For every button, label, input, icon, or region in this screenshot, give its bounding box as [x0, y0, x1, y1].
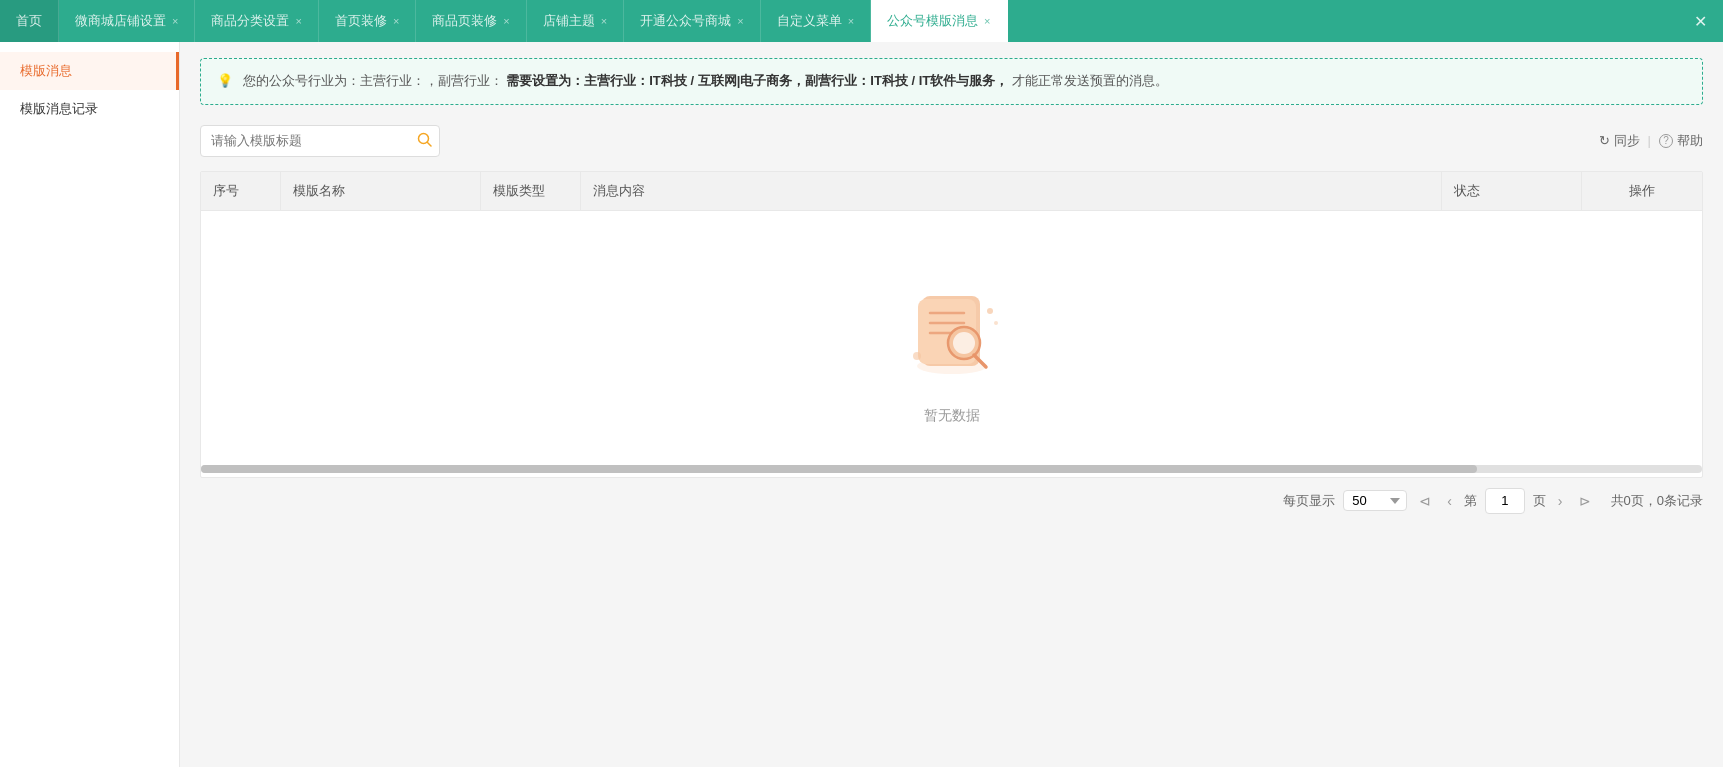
- pagination-bar: 每页显示 50 10 20 100 ⊲ ‹ 第 页 › ⊳ 共0页，0条记录: [200, 478, 1703, 518]
- col-header-content: 消息内容: [581, 172, 1442, 210]
- tab-home-label: 首页: [16, 12, 42, 30]
- page-size-select[interactable]: 50 10 20 100: [1343, 490, 1407, 511]
- page-total: 共0页，0条记录: [1611, 492, 1703, 510]
- notice-highlight: 需要设置为：主营行业：IT科技 / 互联网|电子商务，副营行业：IT科技 / I…: [506, 73, 1008, 88]
- page-unit-label: 页: [1533, 492, 1546, 510]
- scrollbar-thumb: [201, 465, 1477, 473]
- page-next-button[interactable]: ›: [1554, 491, 1567, 511]
- toolbar-right: ↻ 同步 | ? 帮助: [1599, 132, 1703, 150]
- tab-shop-setting[interactable]: 微商城店铺设置 ×: [59, 0, 195, 42]
- empty-text: 暂无数据: [924, 407, 980, 425]
- page-prev-button[interactable]: ‹: [1443, 491, 1456, 511]
- help-label: 帮助: [1677, 132, 1703, 150]
- empty-state: 暂无数据: [201, 211, 1702, 465]
- divider: |: [1648, 133, 1651, 148]
- help-button[interactable]: ? 帮助: [1659, 132, 1703, 150]
- tab-product-decor-label: 商品页装修: [432, 12, 497, 30]
- col-header-action: 操作: [1582, 172, 1702, 210]
- tab-template-msg-label: 公众号模版消息: [887, 12, 978, 30]
- tab-open-mall-label: 开通公众号商城: [640, 12, 731, 30]
- sidebar-item-template-msg-record-label: 模版消息记录: [20, 101, 98, 116]
- tab-template-msg-close[interactable]: ×: [984, 15, 990, 27]
- tab-bar: 首页 微商城店铺设置 × 商品分类设置 × 首页装修 × 商品页装修 × 店铺主…: [0, 0, 1723, 42]
- sync-label: 同步: [1614, 132, 1640, 150]
- search-button[interactable]: [417, 132, 432, 150]
- tab-shop-theme-label: 店铺主题: [543, 12, 595, 30]
- page-input[interactable]: [1485, 488, 1525, 514]
- notice-icon: 💡: [217, 73, 233, 88]
- tab-custom-menu[interactable]: 自定义菜单 ×: [761, 0, 871, 42]
- tab-category-setting-label: 商品分类设置: [211, 12, 289, 30]
- main-layout: 模版消息 模版消息记录 💡 您的公众号行业为：主营行业：，副营行业： 需要设置为…: [0, 42, 1723, 767]
- tab-home-decor-label: 首页装修: [335, 12, 387, 30]
- tab-shop-setting-close[interactable]: ×: [172, 15, 178, 27]
- tab-shop-theme[interactable]: 店铺主题 ×: [527, 0, 624, 42]
- page-first-button[interactable]: ⊲: [1415, 491, 1435, 511]
- svg-point-12: [994, 321, 998, 325]
- sidebar-item-template-msg-record[interactable]: 模版消息记录: [0, 90, 179, 128]
- tab-category-setting[interactable]: 商品分类设置 ×: [195, 0, 318, 42]
- page-last-button[interactable]: ⊳: [1575, 491, 1595, 511]
- help-circle-icon: ?: [1659, 134, 1673, 148]
- tab-bar-close-all[interactable]: ✕: [1678, 12, 1723, 31]
- search-input[interactable]: [200, 125, 440, 157]
- search-icon: [417, 132, 432, 147]
- search-bar: ↻ 同步 | ? 帮助: [200, 125, 1703, 157]
- sidebar: 模版消息 模版消息记录: [0, 42, 180, 767]
- search-input-wrapper: [200, 125, 440, 157]
- svg-point-13: [913, 352, 921, 360]
- table-wrapper: 序号 模版名称 模版类型 消息内容 状态 操作: [200, 171, 1703, 478]
- table-header: 序号 模版名称 模版类型 消息内容 状态 操作: [201, 172, 1702, 211]
- tab-product-decor-close[interactable]: ×: [503, 15, 509, 27]
- col-header-status: 状态: [1442, 172, 1582, 210]
- col-header-type: 模版类型: [481, 172, 581, 210]
- col-header-name: 模版名称: [281, 172, 481, 210]
- tab-shop-theme-close[interactable]: ×: [601, 15, 607, 27]
- tab-category-setting-close[interactable]: ×: [295, 15, 301, 27]
- col-header-seq: 序号: [201, 172, 281, 210]
- tab-home[interactable]: 首页: [0, 0, 59, 42]
- content-area: 💡 您的公众号行业为：主营行业：，副营行业： 需要设置为：主营行业：IT科技 /…: [180, 42, 1723, 767]
- page-di-label: 第: [1464, 492, 1477, 510]
- notice-box: 💡 您的公众号行业为：主营行业：，副营行业： 需要设置为：主营行业：IT科技 /…: [200, 58, 1703, 105]
- tab-custom-menu-label: 自定义菜单: [777, 12, 842, 30]
- svg-point-11: [987, 308, 993, 314]
- tab-open-mall[interactable]: 开通公众号商城 ×: [624, 0, 760, 42]
- tab-product-decor[interactable]: 商品页装修 ×: [416, 0, 526, 42]
- sidebar-item-template-msg[interactable]: 模版消息: [0, 52, 179, 90]
- svg-point-9: [953, 332, 975, 354]
- sidebar-item-template-msg-label: 模版消息: [20, 63, 72, 78]
- empty-icon: [892, 271, 1012, 391]
- notice-prefix: 您的公众号行业为：主营行业：，副营行业：: [243, 73, 503, 88]
- svg-line-1: [428, 142, 432, 146]
- tab-home-decor[interactable]: 首页装修 ×: [319, 0, 416, 42]
- page-size-label: 每页显示: [1283, 492, 1335, 510]
- tab-custom-menu-close[interactable]: ×: [848, 15, 854, 27]
- notice-suffix: 才能正常发送预置的消息。: [1012, 73, 1168, 88]
- tab-shop-setting-label: 微商城店铺设置: [75, 12, 166, 30]
- sync-button[interactable]: ↻ 同步: [1599, 132, 1640, 150]
- horizontal-scrollbar[interactable]: [201, 465, 1702, 473]
- tab-template-msg[interactable]: 公众号模版消息 ×: [871, 0, 1007, 42]
- tab-open-mall-close[interactable]: ×: [737, 15, 743, 27]
- tab-home-decor-close[interactable]: ×: [393, 15, 399, 27]
- sync-icon: ↻: [1599, 133, 1610, 148]
